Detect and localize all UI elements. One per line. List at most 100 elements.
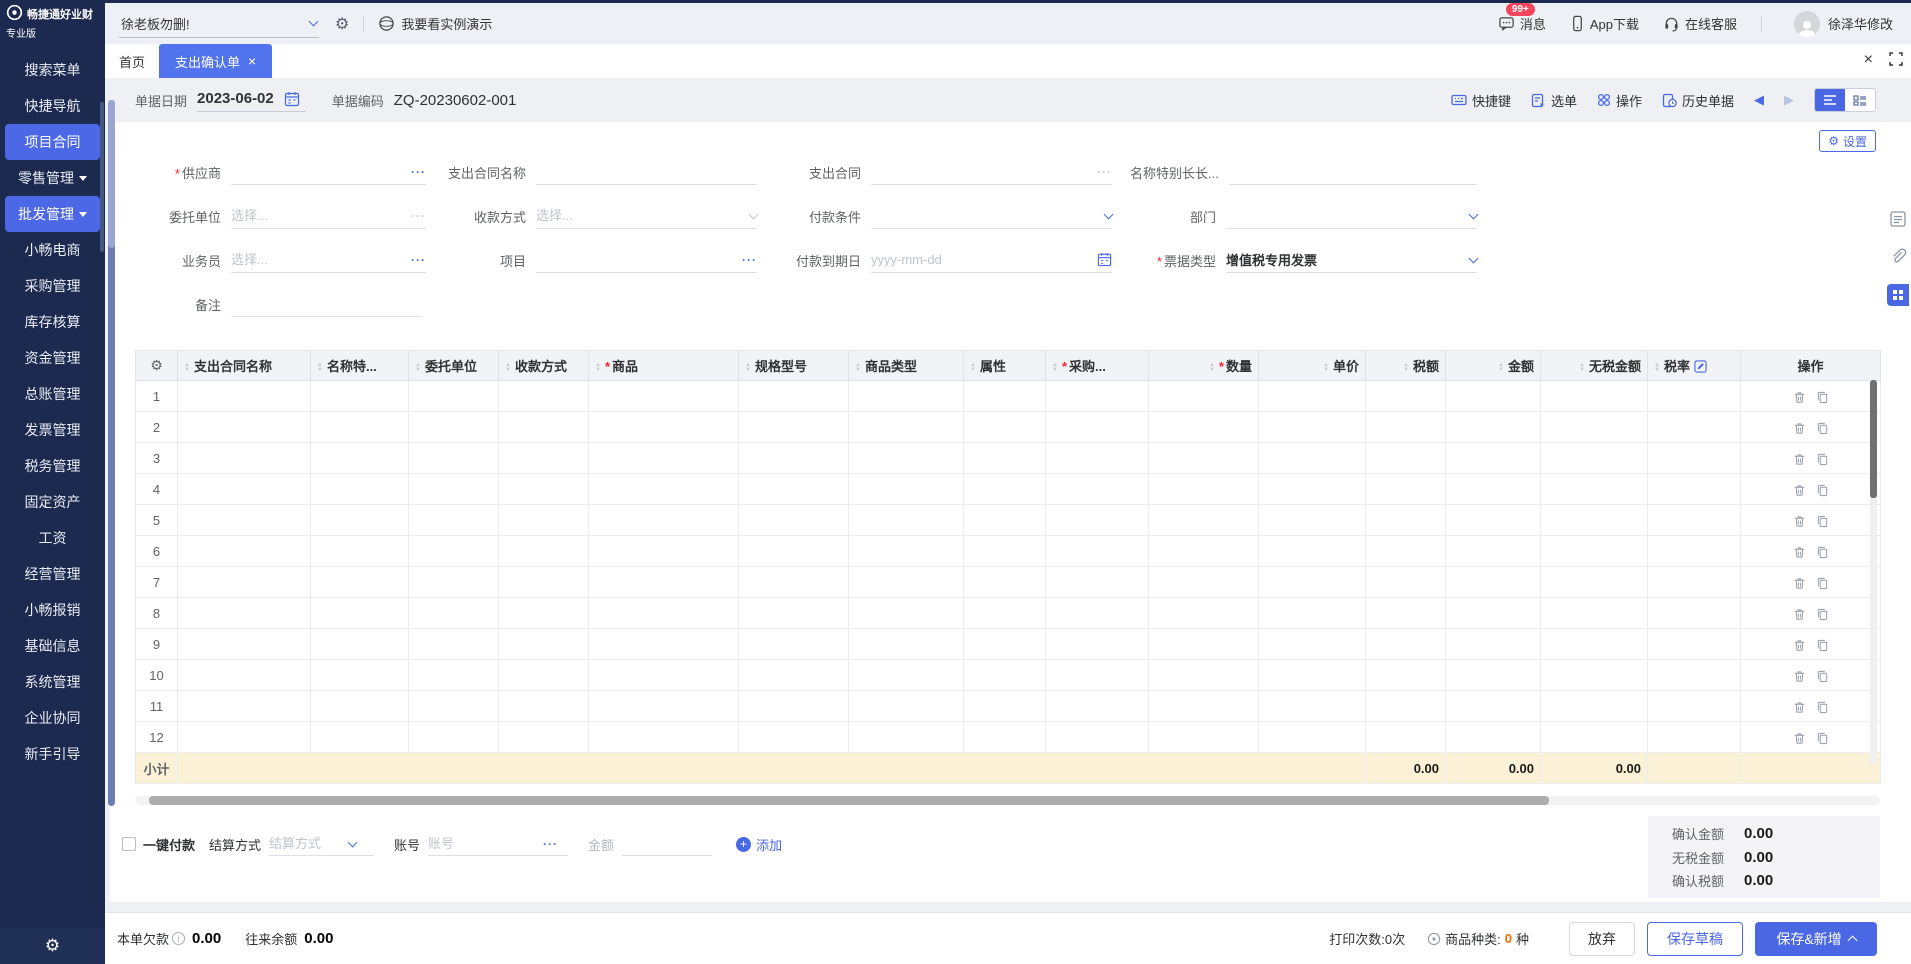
grid-cell[interactable]: [848, 504, 964, 536]
grid-cell[interactable]: [1045, 690, 1149, 722]
department-input[interactable]: [1226, 208, 1466, 223]
sidebar-item-资金管理[interactable]: 资金管理: [5, 340, 100, 376]
sidebar-item-小畅电商[interactable]: 小畅电商: [5, 232, 100, 268]
copy-row-icon[interactable]: [1816, 701, 1829, 714]
grid-cell[interactable]: [588, 535, 739, 567]
grid-cell[interactable]: [1045, 535, 1149, 567]
grid-cell[interactable]: [1445, 721, 1541, 753]
username[interactable]: 徐泽华修改: [1828, 14, 1893, 33]
sort-icon[interactable]: ▲ ▼: [1579, 362, 1585, 372]
sort-icon[interactable]: ▲ ▼: [505, 362, 511, 372]
grid-cell[interactable]: [848, 380, 964, 412]
copy-row-icon[interactable]: [1816, 515, 1829, 528]
copy-row-icon[interactable]: [1816, 546, 1829, 559]
grid-cell[interactable]: [1258, 690, 1366, 722]
grid-cell[interactable]: [1647, 690, 1741, 722]
grid-cell[interactable]: [1045, 566, 1149, 598]
sidebar-settings-icon[interactable]: ⚙: [0, 928, 105, 964]
sort-icon[interactable]: ▲ ▼: [595, 362, 601, 372]
grid-cell[interactable]: [1045, 504, 1149, 536]
grid-cell[interactable]: [177, 628, 311, 660]
grid-cell[interactable]: [1647, 659, 1741, 691]
save-and-new-button[interactable]: 保存&新增: [1755, 921, 1877, 956]
grid-cell[interactable]: [1258, 504, 1366, 536]
grid-cell[interactable]: [738, 628, 849, 660]
salesman-input[interactable]: [231, 252, 407, 267]
sidebar-item-搜索菜单[interactable]: 搜索菜单: [5, 52, 100, 88]
delete-row-icon[interactable]: [1793, 639, 1806, 652]
grid-cell[interactable]: [1148, 380, 1259, 412]
grid-cell[interactable]: [963, 473, 1046, 505]
grid-cell[interactable]: [738, 690, 849, 722]
grid-cell[interactable]: [588, 380, 739, 412]
grid-cell[interactable]: [1445, 411, 1541, 443]
client-unit-input[interactable]: [231, 208, 407, 223]
grid-cell[interactable]: [310, 659, 409, 691]
grid-cell[interactable]: [1148, 659, 1259, 691]
grid-cell[interactable]: [310, 411, 409, 443]
sort-icon[interactable]: ▲ ▼: [317, 362, 323, 372]
delete-row-icon[interactable]: [1793, 670, 1806, 683]
grid-cell[interactable]: [738, 535, 849, 567]
grid-cell[interactable]: [310, 690, 409, 722]
chevron-down-icon[interactable]: [748, 209, 759, 219]
grid-cell[interactable]: [498, 566, 589, 598]
card-view-toggle[interactable]: [1845, 89, 1875, 111]
grid-cell[interactable]: [498, 659, 589, 691]
grid-cell[interactable]: [310, 628, 409, 660]
grid-cell[interactable]: [1258, 628, 1366, 660]
copy-row-icon[interactable]: [1816, 484, 1829, 497]
grid-cell[interactable]: [1148, 628, 1259, 660]
list-view-toggle[interactable]: [1815, 89, 1845, 111]
delete-row-icon[interactable]: [1793, 546, 1806, 559]
grid-cell[interactable]: [588, 411, 739, 443]
grid-cell[interactable]: [1540, 535, 1648, 567]
grid-cell[interactable]: [963, 411, 1046, 443]
grid-cell[interactable]: [498, 411, 589, 443]
grid-cell[interactable]: [1647, 566, 1741, 598]
next-doc-arrow[interactable]: ▶: [1784, 92, 1794, 108]
grid-cell[interactable]: [177, 659, 311, 691]
grid-cell[interactable]: [1540, 411, 1648, 443]
grid-cell[interactable]: [848, 411, 964, 443]
grid-cell[interactable]: [498, 442, 589, 474]
grid-cell[interactable]: [588, 721, 739, 753]
sort-icon[interactable]: ▲ ▼: [1654, 362, 1660, 372]
grid-cell[interactable]: [1647, 597, 1741, 629]
grid-cell[interactable]: [848, 473, 964, 505]
grid-cell[interactable]: [1148, 411, 1259, 443]
grid-cell[interactable]: [1540, 504, 1648, 536]
chevron-down-icon[interactable]: [347, 837, 358, 847]
sidebar-item-项目合同[interactable]: 项目合同: [5, 124, 100, 160]
grid-cell[interactable]: [177, 566, 311, 598]
invoice-type-input[interactable]: [1226, 252, 1466, 267]
grid-vertical-scrollbar[interactable]: [1870, 380, 1877, 764]
grid-cell[interactable]: [498, 535, 589, 567]
shortcut-keys-button[interactable]: 快捷键: [1451, 91, 1511, 110]
grid-cell[interactable]: [1045, 442, 1149, 474]
grid-cell[interactable]: [1445, 597, 1541, 629]
chevron-down-icon[interactable]: [1468, 253, 1479, 263]
sidebar-item-企业协同[interactable]: 企业协同: [5, 700, 100, 736]
close-icon[interactable]: ×: [1864, 52, 1873, 68]
grid-cell[interactable]: [1148, 597, 1259, 629]
grid-cell[interactable]: [1647, 442, 1741, 474]
grid-cell[interactable]: [1540, 690, 1648, 722]
onekey-pay-checkbox[interactable]: [122, 837, 136, 851]
grid-cell[interactable]: [738, 504, 849, 536]
grid-cell[interactable]: [310, 535, 409, 567]
sidebar-item-库存核算[interactable]: 库存核算: [5, 304, 100, 340]
grid-cell[interactable]: [1365, 721, 1446, 753]
grid-cell[interactable]: [1365, 535, 1446, 567]
sort-icon[interactable]: ▲ ▼: [855, 362, 861, 372]
grid-cell[interactable]: [1258, 473, 1366, 505]
project-input[interactable]: [536, 252, 738, 267]
grid-cell[interactable]: [1647, 504, 1741, 536]
grid-cell[interactable]: [1045, 597, 1149, 629]
grid-cell[interactable]: [963, 535, 1046, 567]
sidebar-item-系统管理[interactable]: 系统管理: [5, 664, 100, 700]
column-settings-icon[interactable]: ⚙: [142, 357, 171, 374]
grid-cell[interactable]: [498, 380, 589, 412]
long-name-input[interactable]: [1228, 164, 1477, 179]
sidebar-item-固定资产[interactable]: 固定资产: [5, 484, 100, 520]
